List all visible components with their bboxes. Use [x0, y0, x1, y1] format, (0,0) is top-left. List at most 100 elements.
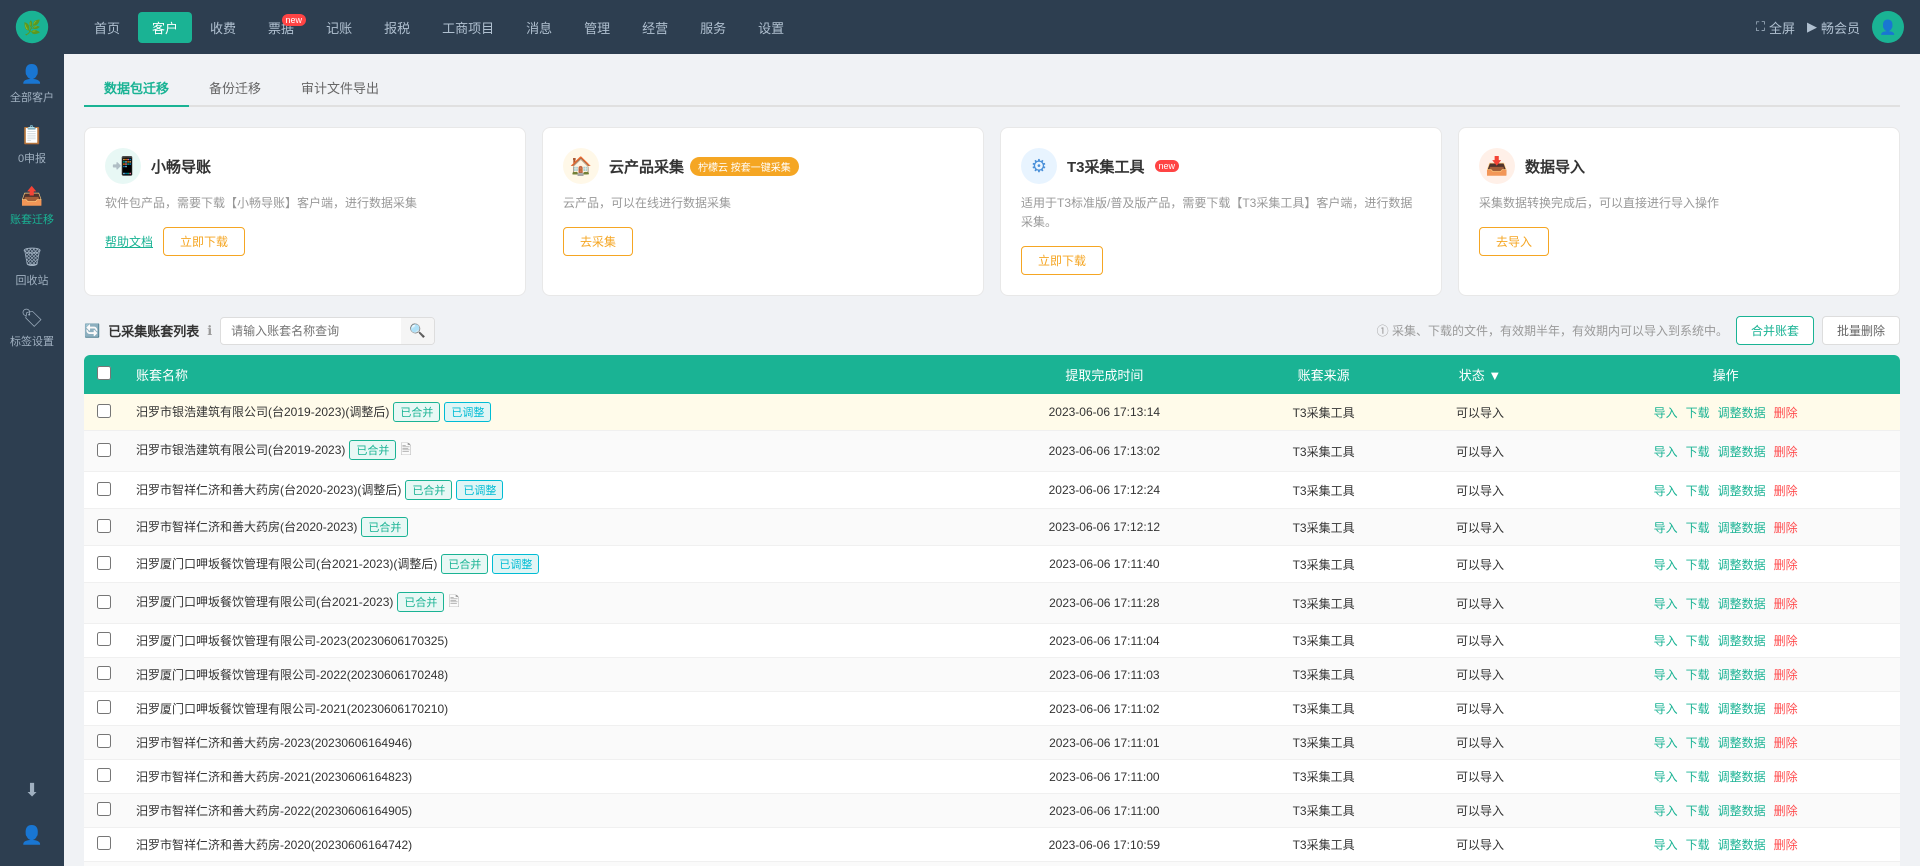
data-import-btn[interactable]: 去导入	[1479, 227, 1549, 256]
download-action[interactable]: 下载	[1686, 804, 1710, 818]
adjust-action[interactable]: 调整数据	[1718, 736, 1766, 750]
adjust-action[interactable]: 调整数据	[1718, 770, 1766, 784]
row-checkbox[interactable]	[97, 556, 111, 570]
download-action[interactable]: 下载	[1686, 406, 1710, 420]
import-action[interactable]: 导入	[1654, 558, 1678, 572]
xiao-chang-help-link[interactable]: 帮助文档	[105, 233, 153, 250]
nav-invoice[interactable]: 票据 new	[254, 12, 308, 43]
search-input[interactable]	[221, 319, 401, 343]
delete-action[interactable]: 删除	[1774, 634, 1798, 648]
row-checkbox[interactable]	[97, 443, 111, 457]
adjust-action[interactable]: 调整数据	[1718, 634, 1766, 648]
delete-action[interactable]: 删除	[1774, 406, 1798, 420]
batch-delete-btn[interactable]: 批量删除	[1822, 316, 1900, 345]
download-action[interactable]: 下载	[1686, 770, 1710, 784]
import-action[interactable]: 导入	[1654, 838, 1678, 852]
row-checkbox[interactable]	[97, 836, 111, 850]
adjust-action[interactable]: 调整数据	[1718, 558, 1766, 572]
delete-action[interactable]: 删除	[1774, 702, 1798, 716]
download-action[interactable]: 下载	[1686, 558, 1710, 572]
select-all-checkbox[interactable]	[97, 366, 111, 380]
delete-action[interactable]: 删除	[1774, 597, 1798, 611]
fullscreen-btn[interactable]: ⛶ 全屏	[1756, 18, 1795, 37]
tab-backup-migration[interactable]: 备份迁移	[189, 70, 281, 107]
row-file-icon[interactable]: 🖹	[448, 593, 459, 609]
adjust-action[interactable]: 调整数据	[1718, 597, 1766, 611]
adjust-action[interactable]: 调整数据	[1718, 702, 1766, 716]
delete-action[interactable]: 删除	[1774, 770, 1798, 784]
row-checkbox[interactable]	[97, 404, 111, 418]
row-checkbox[interactable]	[97, 482, 111, 496]
import-action[interactable]: 导入	[1654, 484, 1678, 498]
sidebar-item-download[interactable]: ⬇	[0, 770, 64, 811]
adjust-action[interactable]: 调整数据	[1718, 445, 1766, 459]
nav-billing[interactable]: 收费	[196, 12, 250, 43]
row-checkbox[interactable]	[97, 666, 111, 680]
sidebar-item-recycle[interactable]: 🗑 回收站	[0, 237, 64, 298]
download-action[interactable]: 下载	[1686, 838, 1710, 852]
download-action[interactable]: 下载	[1686, 668, 1710, 682]
sidebar-item-tag-settings[interactable]: 🏷 标签设置	[0, 298, 64, 359]
sidebar-item-account-migration[interactable]: 📤 账套迁移	[0, 176, 64, 237]
nav-client[interactable]: 客户	[138, 12, 192, 43]
delete-action[interactable]: 删除	[1774, 484, 1798, 498]
sidebar-item-zero-report[interactable]: 📋 0申报	[0, 115, 64, 176]
download-action[interactable]: 下载	[1686, 597, 1710, 611]
sidebar-item-all-clients[interactable]: 👤 全部客户	[0, 54, 64, 115]
delete-action[interactable]: 删除	[1774, 804, 1798, 818]
cloud-collect-btn[interactable]: 去采集	[563, 227, 633, 256]
search-button[interactable]: 🔍	[401, 318, 434, 344]
adjust-action[interactable]: 调整数据	[1718, 521, 1766, 535]
nav-message[interactable]: 消息	[512, 12, 566, 43]
import-action[interactable]: 导入	[1654, 406, 1678, 420]
import-action[interactable]: 导入	[1654, 736, 1678, 750]
row-checkbox[interactable]	[97, 768, 111, 782]
delete-action[interactable]: 删除	[1774, 558, 1798, 572]
delete-action[interactable]: 删除	[1774, 838, 1798, 852]
download-action[interactable]: 下载	[1686, 634, 1710, 648]
refresh-icon[interactable]: 🔄	[84, 323, 100, 339]
delete-action[interactable]: 删除	[1774, 521, 1798, 535]
xiao-chang-download-btn[interactable]: 立即下载	[163, 227, 245, 256]
download-action[interactable]: 下载	[1686, 736, 1710, 750]
row-checkbox[interactable]	[97, 632, 111, 646]
tab-data-migration[interactable]: 数据包迁移	[84, 70, 189, 107]
download-action[interactable]: 下载	[1686, 484, 1710, 498]
delete-action[interactable]: 删除	[1774, 668, 1798, 682]
app-logo[interactable]: 🌿	[0, 0, 64, 54]
t3-download-btn[interactable]: 立即下载	[1021, 246, 1103, 275]
download-action[interactable]: 下载	[1686, 702, 1710, 716]
import-action[interactable]: 导入	[1654, 597, 1678, 611]
row-checkbox[interactable]	[97, 519, 111, 533]
nav-operations[interactable]: 经营	[628, 12, 682, 43]
nav-tax[interactable]: 报税	[370, 12, 424, 43]
adjust-action[interactable]: 调整数据	[1718, 804, 1766, 818]
import-action[interactable]: 导入	[1654, 770, 1678, 784]
tab-audit-export[interactable]: 审计文件导出	[281, 70, 399, 107]
download-action[interactable]: 下载	[1686, 521, 1710, 535]
nav-service[interactable]: 服务	[686, 12, 740, 43]
adjust-action[interactable]: 调整数据	[1718, 406, 1766, 420]
nav-management[interactable]: 管理	[570, 12, 624, 43]
download-action[interactable]: 下载	[1686, 445, 1710, 459]
sidebar-item-profile[interactable]: 👤	[0, 815, 64, 856]
merge-btn[interactable]: 合并账套	[1736, 316, 1814, 345]
row-checkbox[interactable]	[97, 700, 111, 714]
row-file-icon[interactable]: 🖹	[400, 441, 411, 457]
th-status[interactable]: 状态 ▼	[1409, 355, 1552, 394]
delete-action[interactable]: 删除	[1774, 736, 1798, 750]
import-action[interactable]: 导入	[1654, 445, 1678, 459]
nav-home[interactable]: 首页	[80, 12, 134, 43]
adjust-action[interactable]: 调整数据	[1718, 484, 1766, 498]
nav-bookkeeping[interactable]: 记账	[312, 12, 366, 43]
import-action[interactable]: 导入	[1654, 668, 1678, 682]
import-action[interactable]: 导入	[1654, 702, 1678, 716]
user-avatar[interactable]: 👤	[1872, 11, 1904, 43]
row-checkbox[interactable]	[97, 802, 111, 816]
import-action[interactable]: 导入	[1654, 634, 1678, 648]
nav-settings[interactable]: 设置	[744, 12, 798, 43]
member-btn[interactable]: ▶ 畅会员	[1807, 18, 1860, 37]
row-checkbox[interactable]	[97, 595, 111, 609]
adjust-action[interactable]: 调整数据	[1718, 668, 1766, 682]
nav-business[interactable]: 工商项目	[428, 12, 508, 43]
